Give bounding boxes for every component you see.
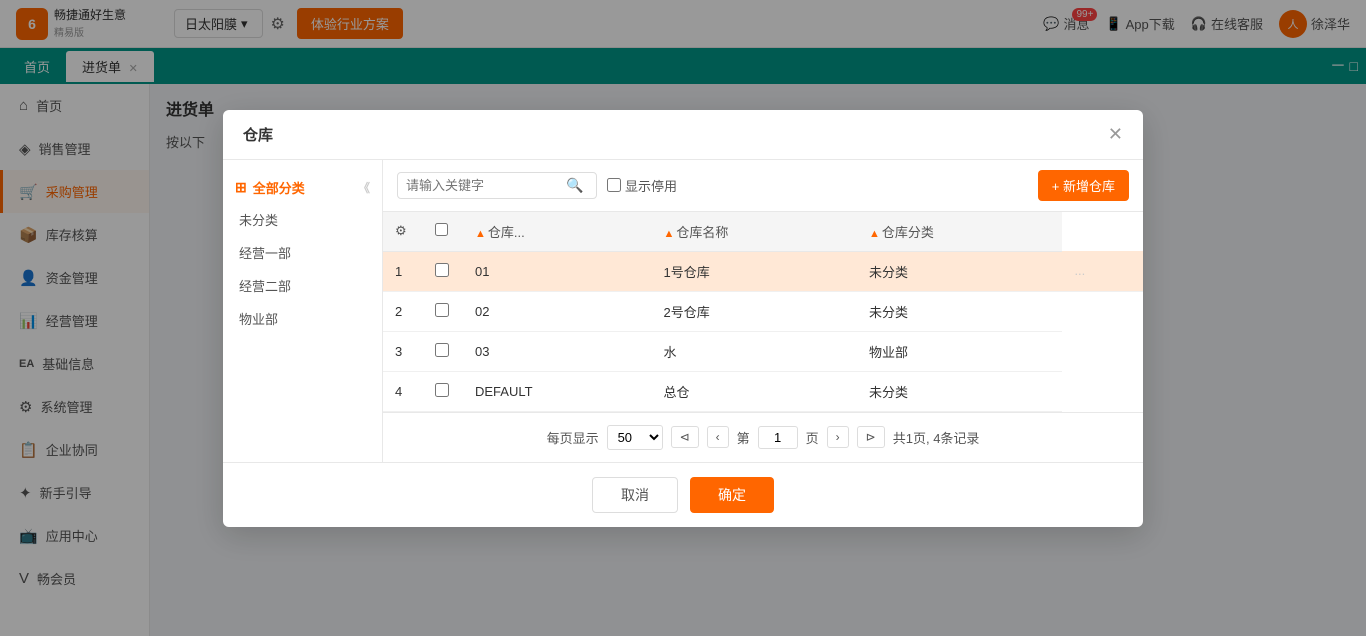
table-wrap: ⚙ ▲仓库... ▲仓库名称 bbox=[383, 212, 1143, 412]
per-page-select[interactable]: 50 100 200 bbox=[607, 425, 663, 450]
th-settings: ⚙ bbox=[383, 212, 423, 252]
row-name: 2号仓库 bbox=[652, 291, 857, 331]
first-page-button[interactable]: ⊲ bbox=[671, 426, 699, 448]
grid-icon: ⊞ bbox=[235, 179, 247, 196]
row-name: 总仓 bbox=[652, 371, 857, 411]
modal-body: ⊞ 全部分类 《 未分类 经营一部 经营二部 物业部 🔍 bbox=[223, 160, 1143, 462]
search-icon[interactable]: 🔍 bbox=[566, 177, 583, 194]
row-more[interactable]: ... bbox=[1062, 251, 1143, 291]
row-index: 3 bbox=[383, 331, 423, 371]
pagination: 每页显示 50 100 200 ⊲ ‹ 第 页 › ⊳ 共1页, 4条记录 bbox=[383, 412, 1143, 462]
row-name: 水 bbox=[652, 331, 857, 371]
show-disabled-label: 显示停用 bbox=[625, 176, 677, 195]
modal-title: 仓库 bbox=[243, 124, 273, 145]
th-name: ▲仓库名称 bbox=[652, 212, 857, 252]
row-code: 02 bbox=[463, 291, 652, 331]
row-category: 未分类 bbox=[857, 291, 1062, 331]
category-panel: ⊞ 全部分类 《 未分类 经营一部 经营二部 物业部 bbox=[223, 160, 383, 462]
category-item-ops1[interactable]: 经营一部 bbox=[223, 236, 382, 269]
th-checkbox bbox=[423, 212, 463, 252]
row-code: 03 bbox=[463, 331, 652, 371]
modal-footer: 取消 确定 bbox=[223, 462, 1143, 527]
search-input-wrap: 🔍 bbox=[397, 172, 597, 199]
row-category: 未分类 bbox=[857, 371, 1062, 411]
page-label: 第 bbox=[737, 428, 750, 447]
show-disabled-wrap: 显示停用 bbox=[607, 176, 677, 195]
warehouse-modal: 仓库 ✕ ⊞ 全部分类 《 未分类 经营一部 经营二部 物业部 bbox=[223, 110, 1143, 527]
sort-icon-name: ▲ bbox=[664, 228, 675, 240]
row-index: 2 bbox=[383, 291, 423, 331]
show-disabled-checkbox[interactable] bbox=[607, 178, 621, 192]
search-input[interactable] bbox=[406, 178, 566, 193]
table-row[interactable]: 1 01 1号仓库 未分类 ... bbox=[383, 251, 1143, 291]
search-bar: 🔍 显示停用 + 新增仓库 bbox=[383, 160, 1143, 212]
select-all-checkbox[interactable] bbox=[435, 223, 448, 236]
row-code: 01 bbox=[463, 251, 652, 291]
settings-icon: ⚙ bbox=[395, 223, 407, 238]
table-header-row: ⚙ ▲仓库... ▲仓库名称 bbox=[383, 212, 1143, 252]
table-row[interactable]: 4 DEFAULT 总仓 未分类 bbox=[383, 371, 1143, 411]
row-name: 1号仓库 bbox=[652, 251, 857, 291]
category-item-property[interactable]: 物业部 bbox=[223, 302, 382, 335]
row-index: 1 bbox=[383, 251, 423, 291]
row-code: DEFAULT bbox=[463, 371, 652, 411]
sort-icon: ▲ bbox=[475, 228, 486, 240]
page-number-input[interactable] bbox=[758, 426, 798, 449]
modal-overlay: 仓库 ✕ ⊞ 全部分类 《 未分类 经营一部 经营二部 物业部 bbox=[0, 0, 1366, 636]
row-checkbox[interactable] bbox=[423, 291, 463, 331]
row-checkbox[interactable] bbox=[423, 371, 463, 411]
category-item-unclassified[interactable]: 未分类 bbox=[223, 203, 382, 236]
table-row[interactable]: 2 02 2号仓库 未分类 bbox=[383, 291, 1143, 331]
row-index: 4 bbox=[383, 371, 423, 411]
last-page-button[interactable]: ⊳ bbox=[857, 426, 885, 448]
row-checkbox[interactable] bbox=[423, 251, 463, 291]
category-all[interactable]: ⊞ 全部分类 《 bbox=[223, 172, 382, 203]
warehouse-table: ⚙ ▲仓库... ▲仓库名称 bbox=[383, 212, 1143, 412]
add-warehouse-button[interactable]: + 新增仓库 bbox=[1038, 170, 1129, 201]
row-category: 物业部 bbox=[857, 331, 1062, 371]
next-page-button[interactable]: › bbox=[827, 426, 849, 448]
category-all-label: 全部分类 bbox=[253, 178, 305, 197]
table-row[interactable]: 3 03 水 物业部 bbox=[383, 331, 1143, 371]
row-category: 未分类 bbox=[857, 251, 1062, 291]
collapse-icon[interactable]: 《 bbox=[358, 179, 370, 196]
category-item-ops2[interactable]: 经营二部 bbox=[223, 269, 382, 302]
cancel-button[interactable]: 取消 bbox=[592, 477, 678, 513]
th-code: ▲仓库... bbox=[463, 212, 652, 252]
confirm-button[interactable]: 确定 bbox=[690, 477, 774, 513]
prev-page-button[interactable]: ‹ bbox=[707, 426, 729, 448]
sort-icon-category: ▲ bbox=[869, 228, 880, 240]
right-panel: 🔍 显示停用 + 新增仓库 ⚙ bbox=[383, 160, 1143, 462]
modal-close-button[interactable]: ✕ bbox=[1108, 124, 1123, 145]
per-page-label: 每页显示 bbox=[547, 428, 599, 447]
th-category: ▲仓库分类 bbox=[857, 212, 1062, 252]
modal-header: 仓库 ✕ bbox=[223, 110, 1143, 160]
row-checkbox[interactable] bbox=[423, 331, 463, 371]
page-suffix: 页 bbox=[806, 428, 819, 447]
total-label: 共1页, 4条记录 bbox=[893, 428, 980, 447]
